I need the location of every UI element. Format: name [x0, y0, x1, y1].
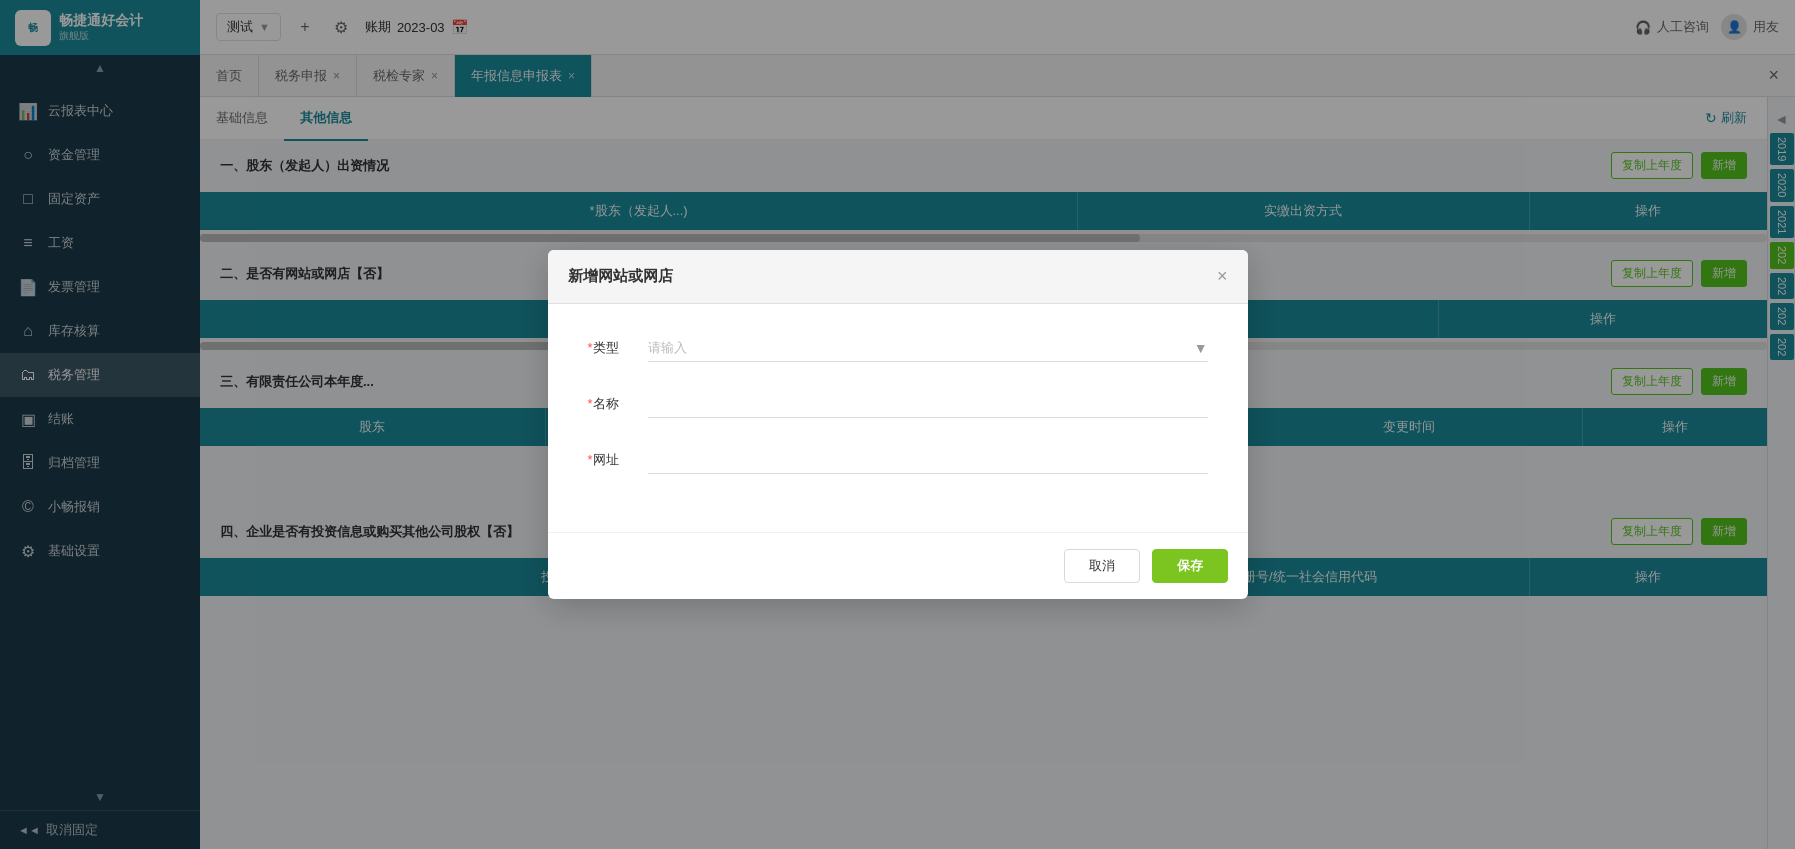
- save-button[interactable]: 保存: [1152, 549, 1228, 583]
- form-label-name: *名称: [588, 395, 648, 413]
- form-label-url: *网址: [588, 451, 648, 469]
- modal-footer: 取消 保存: [548, 532, 1248, 599]
- cancel-button[interactable]: 取消: [1064, 549, 1140, 583]
- form-label-type: *类型: [588, 339, 648, 357]
- form-input-wrapper-url: [648, 446, 1208, 474]
- url-input[interactable]: [648, 446, 1208, 474]
- type-dropdown-icon[interactable]: ▼: [1194, 340, 1208, 356]
- type-input[interactable]: [648, 334, 1208, 362]
- form-input-wrapper-type: ▼: [648, 334, 1208, 362]
- form-row-url: *网址: [588, 446, 1208, 474]
- form-input-wrapper-name: [648, 390, 1208, 418]
- modal-body: *类型 ▼ *名称 *网址: [548, 304, 1248, 532]
- modal-close-button[interactable]: ×: [1217, 266, 1228, 287]
- modal-title: 新增网站或网店: [568, 267, 673, 286]
- form-row-type: *类型 ▼: [588, 334, 1208, 362]
- modal-overlay[interactable]: 新增网站或网店 × *类型 ▼ *名称: [0, 0, 1795, 849]
- name-input[interactable]: [648, 390, 1208, 418]
- modal-header: 新增网站或网店 ×: [548, 250, 1248, 304]
- form-row-name: *名称: [588, 390, 1208, 418]
- modal-add-website: 新增网站或网店 × *类型 ▼ *名称: [548, 250, 1248, 599]
